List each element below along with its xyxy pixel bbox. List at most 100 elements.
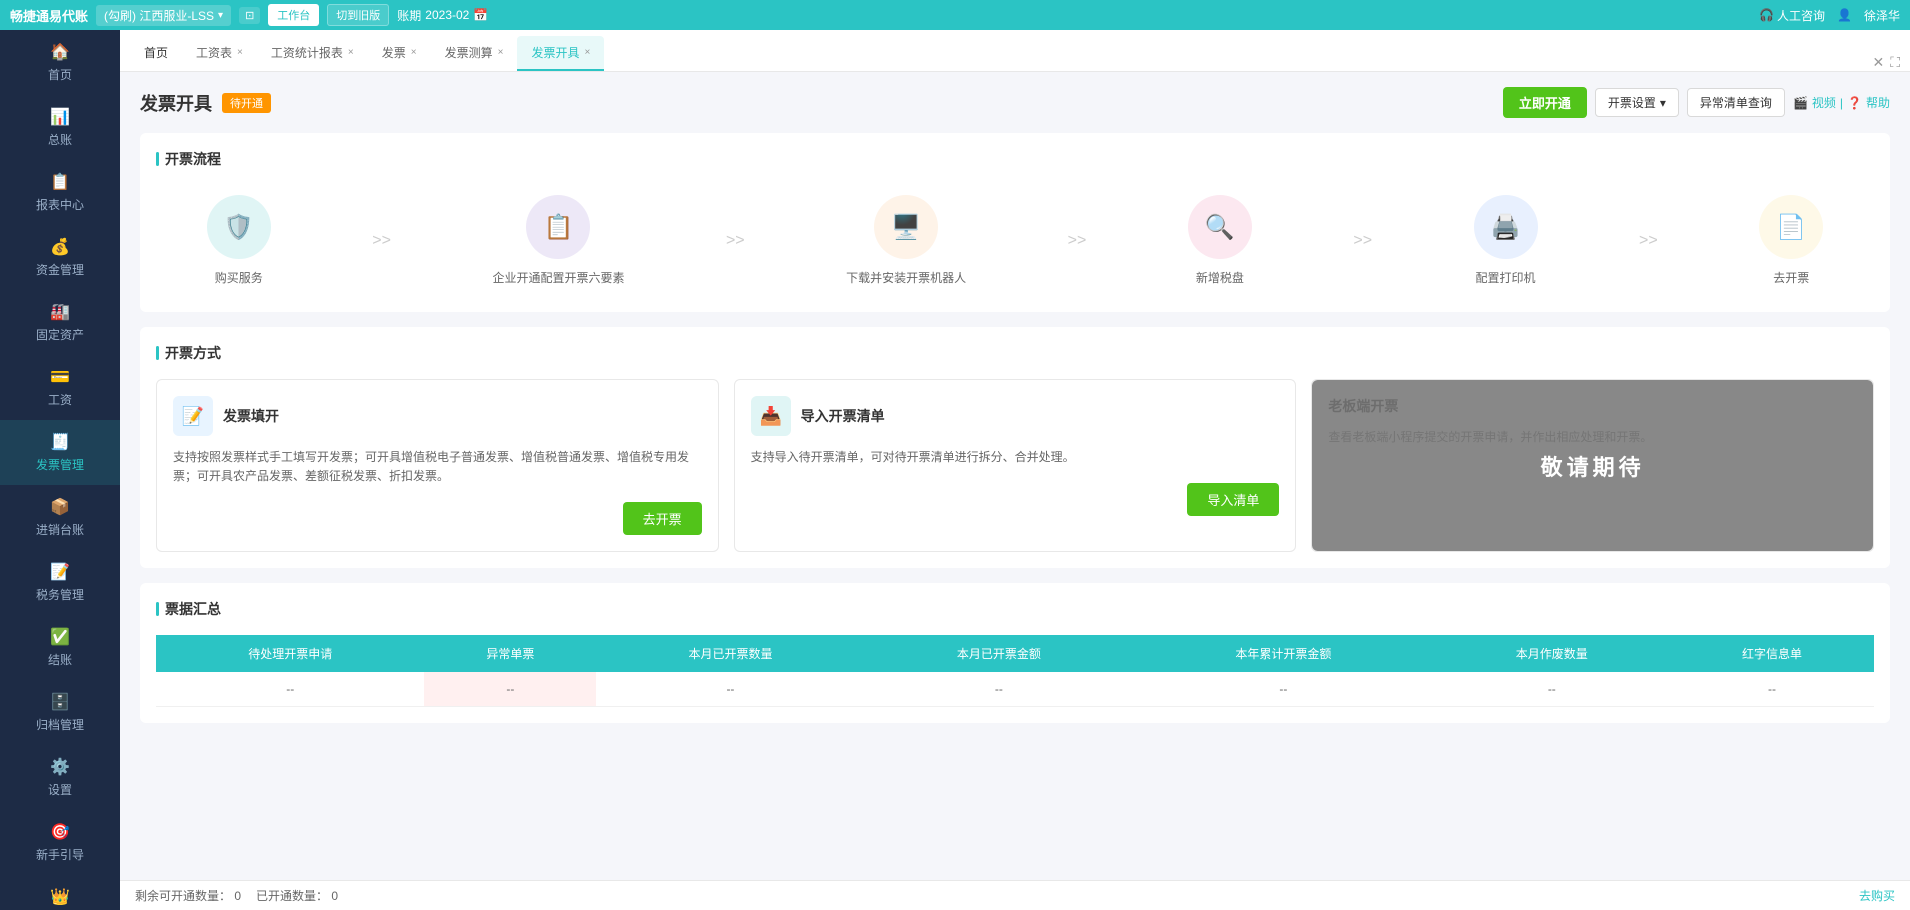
flow-step-download-robot[interactable]: 🖥️ 下载并安装开票机器人	[846, 195, 966, 286]
sidebar-item-settings[interactable]: ⚙️ 设置	[0, 745, 120, 810]
tab-invoice-calc[interactable]: 发票测算 ×	[431, 36, 518, 71]
sidebar-item-home[interactable]: 🏠 首页	[0, 30, 120, 95]
close-all-icon[interactable]: ✕	[1872, 54, 1884, 71]
method-import-header: 📥 导入开票清单	[751, 396, 1280, 436]
main-layout: 🏠 首页 📊 总账 📋 报表中心 💰 资金管理 🏭 固定资产 💳 工资 🧾 发票…	[0, 30, 1910, 910]
flow-step-config-printer[interactable]: 🖨️ 配置打印机	[1474, 195, 1538, 286]
method-card-import: 📥 导入开票清单 支持导入待开票清单，可对待开票清单进行拆分、合并处理。 导入清…	[734, 379, 1297, 552]
flow-steps: 🛡️ 购买服务 >> 📋 企业开通配置开票六要素 >> 🖥️ 下载并安装开票机器…	[156, 185, 1874, 296]
bottom-bar: 剩余可开通数量： 0 已开通数量： 0 去购买	[120, 880, 1910, 910]
open-settings-btn[interactable]: 开票设置 ▾	[1595, 88, 1679, 117]
video-help-btn[interactable]: 🎬 视频 | ❓ 帮助	[1793, 94, 1890, 111]
flow-step-buy-service[interactable]: 🛡️ 购买服务	[207, 195, 271, 286]
support-btn[interactable]: 🎧 人工咨询	[1759, 7, 1825, 24]
sidebar-item-invoice[interactable]: 🧾 发票管理	[0, 420, 120, 485]
page-title: 发票开具	[140, 90, 212, 116]
opened-text: 已开通数量： 0	[256, 887, 338, 904]
issue-invoice-icon: 📄	[1759, 195, 1823, 259]
workspace-btn[interactable]: 工作台	[268, 4, 319, 26]
setup-enterprise-icon: 📋	[526, 195, 590, 259]
sidebar-item-salary[interactable]: 💳 工资	[0, 355, 120, 420]
import-title: 导入开票清单	[801, 406, 885, 426]
app-logo: 畅捷通易代账	[10, 6, 88, 25]
sidebar-item-fixed-assets[interactable]: 🏭 固定资产	[0, 290, 120, 355]
chevron-down-icon: ▾	[218, 10, 223, 21]
import-go-btn[interactable]: 导入清单	[1187, 483, 1279, 516]
sidebar-item-tax[interactable]: 📝 税务管理	[0, 550, 120, 615]
billing-methods-section: 开票方式 📝 发票填开 支持按照发票样式手工填写开发票；可开具增值税电子普通发票…	[140, 327, 1890, 568]
flow-step-add-tax-disk[interactable]: 🔍 新增税盘	[1188, 195, 1252, 286]
sidebar: 🏠 首页 📊 总账 📋 报表中心 💰 资金管理 🏭 固定资产 💳 工资 🧾 发票…	[0, 30, 120, 910]
abnormal-query-btn[interactable]: 异常清单查询	[1687, 88, 1785, 117]
member-icon: 👑	[50, 887, 70, 907]
tab-invoice-label: 发票	[382, 44, 406, 61]
content-area: 首页 工资表 × 工资统计报表 × 发票 × 发票测算 × 发票开具 ×	[120, 30, 1910, 910]
arrow-4: >>	[1353, 232, 1372, 250]
buy-link[interactable]: 去购买	[1859, 887, 1895, 904]
tab-invoice[interactable]: 发票 ×	[368, 36, 431, 71]
switch-old-btn[interactable]: 切到旧版	[327, 4, 389, 26]
tab-invoice-tool[interactable]: 发票开具 ×	[517, 36, 604, 71]
import-icon: 📥	[751, 396, 791, 436]
cell-6: --	[1670, 672, 1874, 707]
restore-icon[interactable]: ⛶	[1890, 54, 1900, 71]
period-label: 账期	[397, 7, 421, 24]
headphone-icon: 🎧	[1759, 8, 1774, 22]
tab-invoice-close[interactable]: ×	[411, 47, 417, 58]
tab-salary-stats-close[interactable]: ×	[348, 47, 354, 58]
sidebar-item-new-guide[interactable]: 🎯 新手引导	[0, 810, 120, 875]
video-icon: 🎬	[1793, 96, 1808, 110]
help-icon: ❓	[1847, 96, 1862, 110]
sidebar-label-general-ledger: 总账	[48, 131, 72, 148]
reports-icon: 📋	[50, 172, 70, 192]
import-desc: 支持导入待开票清单，可对待开票清单进行拆分、合并处理。	[751, 448, 1280, 467]
sidebar-item-settlement[interactable]: ✅ 结账	[0, 615, 120, 680]
sidebar-label-fund: 资金管理	[36, 261, 84, 278]
calendar-icon[interactable]: 📅	[473, 8, 488, 22]
add-tax-disk-label: 新增税盘	[1196, 269, 1244, 286]
config-printer-icon: 🖨️	[1474, 195, 1538, 259]
sidebar-item-purchase-sales[interactable]: 📦 进销台账	[0, 485, 120, 550]
summary-table: 待处理开票申请 异常单票 本月已开票数量 本月已开票金额 本年累计开票金额 本月…	[156, 635, 1874, 707]
tab-salary-stats[interactable]: 工资统计报表 ×	[257, 36, 368, 71]
method-card-manual: 📝 发票填开 支持按照发票样式手工填写开发票；可开具增值税电子普通发票、增值税普…	[156, 379, 719, 552]
guide-icon: 🎯	[50, 822, 70, 842]
copy-icon[interactable]: ⊡	[239, 7, 260, 24]
sidebar-label-invoice: 发票管理	[36, 456, 84, 473]
sidebar-item-archive[interactable]: 🗄️ 归档管理	[0, 680, 120, 745]
billing-flow-section: 开票流程 🛡️ 购买服务 >> 📋 企业开通配置开票六要素 >> 🖥️	[140, 133, 1890, 312]
dropdown-icon: ▾	[1660, 96, 1666, 110]
sidebar-item-reports[interactable]: 📋 报表中心	[0, 160, 120, 225]
archive-icon: 🗄️	[50, 692, 70, 712]
methods-grid: 📝 发票填开 支持按照发票样式手工填写开发票；可开具增值税电子普通发票、增值税普…	[156, 379, 1874, 552]
open-now-btn[interactable]: 立即开通	[1503, 87, 1587, 118]
cell-5: --	[1434, 672, 1670, 707]
flow-step-issue-invoice[interactable]: 📄 去开票	[1759, 195, 1823, 286]
download-robot-label: 下载并安装开票机器人	[846, 269, 966, 286]
tab-invoice-tool-close[interactable]: ×	[584, 47, 590, 58]
col-header-5: 本月作废数量	[1434, 635, 1670, 672]
user-avatar[interactable]: 👤	[1837, 8, 1852, 22]
tab-invoice-calc-close[interactable]: ×	[498, 47, 504, 58]
manual-go-btn[interactable]: 去开票	[623, 502, 702, 535]
disabled-overlay: 敬请期待	[1312, 380, 1873, 551]
col-header-3: 本月已开票金额	[865, 635, 1133, 672]
sidebar-item-member[interactable]: 👑 畅会员	[0, 875, 120, 910]
page-header: 发票开具 待开通 立即开通 开票设置 ▾ 异常清单查询 🎬 视频 | ❓	[140, 87, 1890, 118]
tab-home[interactable]: 首页	[130, 36, 182, 71]
arrow-1: >>	[372, 232, 391, 250]
user-name[interactable]: 徐泽华	[1864, 7, 1900, 24]
tab-salary-table-close[interactable]: ×	[237, 47, 243, 58]
period-display: 账期 2023-02 📅	[397, 7, 488, 24]
company-selector[interactable]: (勾刷) 江西服业-LSS ▾	[96, 5, 231, 26]
billing-methods-title: 开票方式	[156, 343, 1874, 363]
page-header-right: 立即开通 开票设置 ▾ 异常清单查询 🎬 视频 | ❓ 帮助	[1503, 87, 1890, 118]
arrow-3: >>	[1068, 232, 1087, 250]
flow-step-setup-enterprise[interactable]: 📋 企业开通配置开票六要素	[492, 195, 624, 286]
arrow-5: >>	[1639, 232, 1658, 250]
sidebar-item-general-ledger[interactable]: 📊 总账	[0, 95, 120, 160]
top-bar-right: 🎧 人工咨询 👤 徐泽华	[1759, 7, 1900, 24]
sidebar-item-fund[interactable]: 💰 资金管理	[0, 225, 120, 290]
tab-salary-table[interactable]: 工资表 ×	[182, 36, 257, 71]
sidebar-label-tax: 税务管理	[36, 586, 84, 603]
